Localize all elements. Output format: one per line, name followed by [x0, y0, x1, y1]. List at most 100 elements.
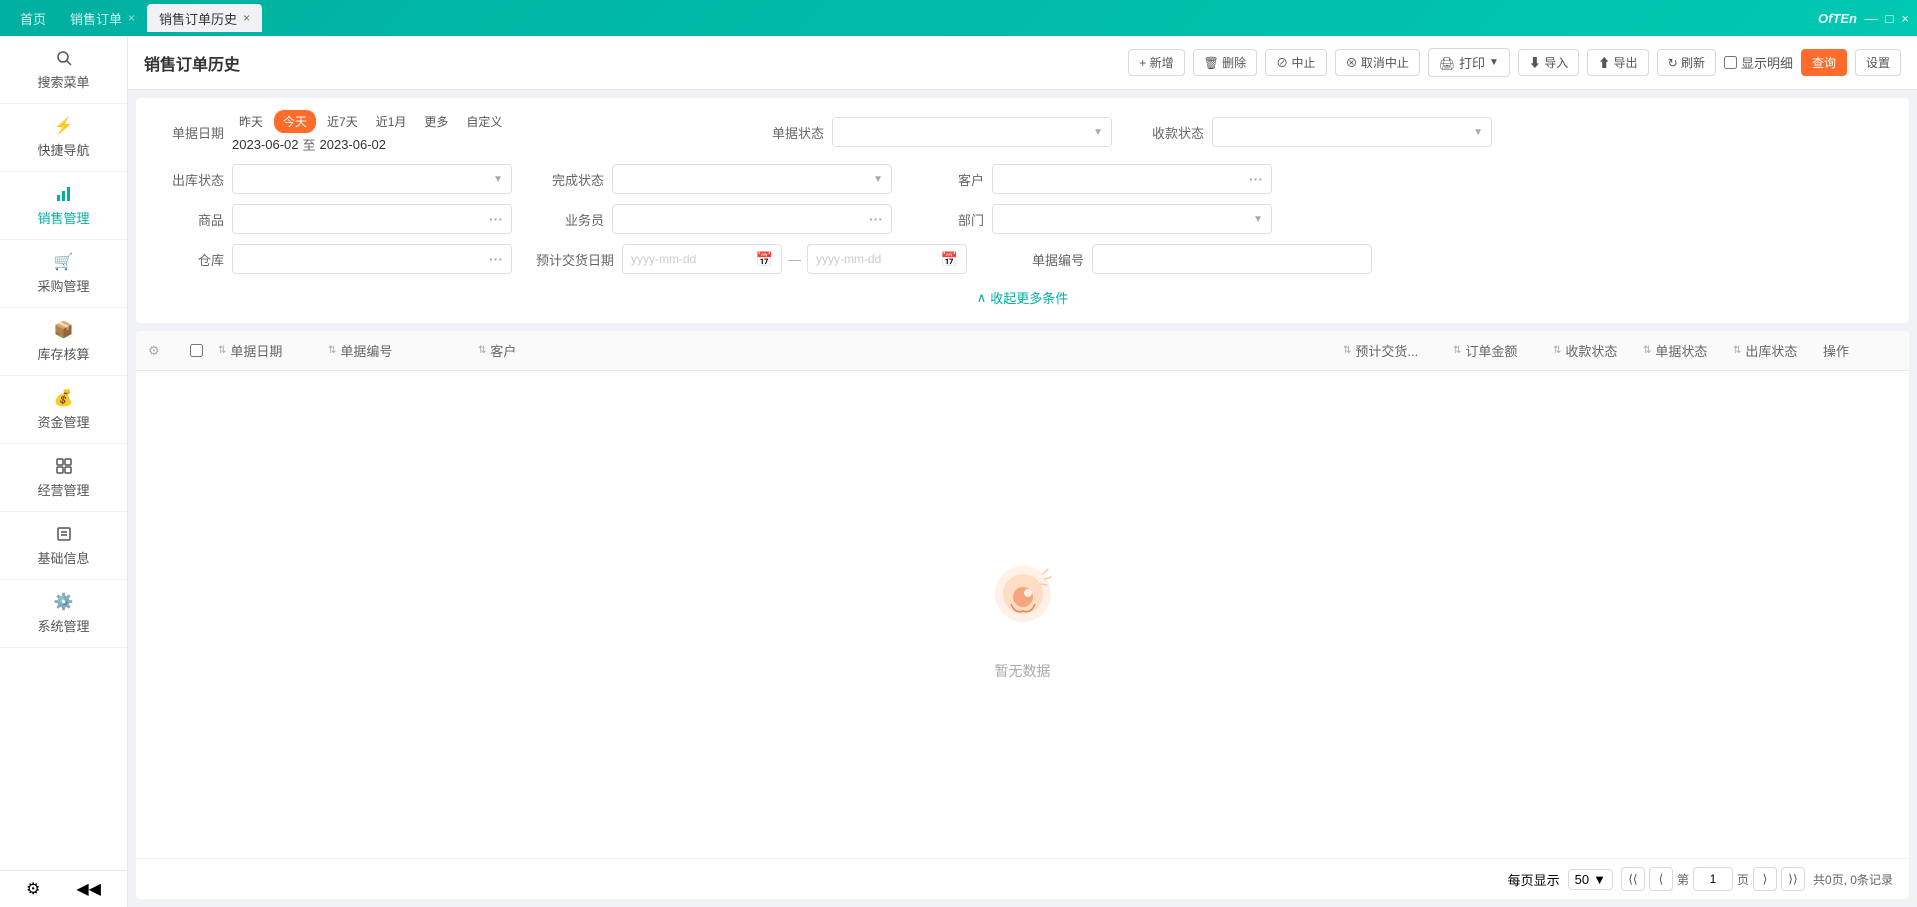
- total-info: 共0页, 0条记录: [1813, 871, 1893, 888]
- export-button[interactable]: ⬆ 导出: [1587, 49, 1648, 76]
- completion-status-label: 完成状态: [532, 170, 612, 189]
- page-nav: ⟨⟨ ⟨ 第 页 ⟩ ⟩⟩: [1621, 867, 1805, 891]
- tab-home[interactable]: 首页: [8, 4, 58, 32]
- sidebar-collapse-icon[interactable]: ◀◀: [76, 879, 101, 899]
- refresh-button[interactable]: ↻ 刷新: [1657, 49, 1716, 76]
- date-1month-btn[interactable]: 近1月: [369, 110, 414, 133]
- table-header: ⚙ ⇅ 单据日期 ⇅ 单据编号 ⇅ 客户 ⇅: [136, 331, 1909, 371]
- settings-button[interactable]: 设置: [1855, 49, 1901, 76]
- order-number-input[interactable]: [1092, 244, 1372, 274]
- filter-row-3: 商品 ··· 业务员 ··· 部门 ▼: [152, 204, 1893, 234]
- sidebar-item-purchase-management[interactable]: 🛒 采购管理: [0, 240, 127, 308]
- system-management-icon: ⚙️: [54, 592, 74, 612]
- sidebar-bottom: ⚙ ◀◀: [0, 870, 127, 907]
- page-header: 销售订单历史 + 新增 🗑 删除 ⊘ 中止 ⊗ 取消中止 🖨 打印 ▼ ⬇ 导入…: [128, 36, 1917, 90]
- th-order-amount: ⇅ 订单金额: [1447, 341, 1547, 360]
- sidebar-settings-icon[interactable]: ⚙: [26, 879, 40, 899]
- delivery-status-arrow: ▼: [493, 174, 503, 185]
- department-select[interactable]: ▼: [992, 204, 1272, 234]
- payment-status-select[interactable]: ▼: [1212, 117, 1492, 147]
- th-delivery-status-sort-icon[interactable]: ⇅: [1733, 345, 1741, 356]
- table-settings-cell: ⚙: [148, 343, 180, 359]
- th-number-sort-icon[interactable]: ⇅: [328, 345, 336, 356]
- sidebar-item-quick-nav[interactable]: ⚡ 快捷导航: [0, 104, 127, 172]
- filter-row-1: 单据日期 昨天 今天 近7天 近1月 更多 自定义 2023-06-02: [152, 110, 1893, 154]
- tab-sales-order[interactable]: 销售订单 ×: [58, 4, 147, 32]
- th-expected-delivery-sort-icon[interactable]: ⇅: [1343, 345, 1351, 356]
- cancel-stop-button[interactable]: ⊗ 取消中止: [1335, 49, 1420, 76]
- calendar-from-icon: 📅: [756, 251, 773, 268]
- goods-input[interactable]: ···: [232, 204, 512, 234]
- collapse-bar[interactable]: ∧ 收起更多条件: [152, 284, 1893, 311]
- table-settings-icon[interactable]: ⚙: [148, 343, 160, 358]
- salesperson-input[interactable]: ···: [612, 204, 892, 234]
- th-order-status-sort-icon[interactable]: ⇅: [1643, 345, 1651, 356]
- th-delivery-status: ⇅ 出库状态: [1727, 341, 1817, 360]
- sidebar-item-basic-info[interactable]: 基础信息: [0, 512, 127, 580]
- last-page-btn[interactable]: ⟩⟩: [1781, 867, 1805, 891]
- th-customer-sort-icon[interactable]: ⇅: [478, 345, 486, 356]
- filter-row-2: 出库状态 ▼ 完成状态 ▼ 客户 ···: [152, 164, 1893, 194]
- sidebar-item-fund-management[interactable]: 💰 资金管理: [0, 376, 127, 444]
- warehouse-input[interactable]: ···: [232, 244, 512, 274]
- empty-text: 暂无数据: [995, 661, 1051, 681]
- th-order-amount-sort-icon[interactable]: ⇅: [1453, 345, 1461, 356]
- delete-button[interactable]: 🗑 删除: [1193, 49, 1258, 76]
- salesperson-group: 业务员 ···: [532, 204, 912, 234]
- prev-page-btn[interactable]: ⟨: [1649, 867, 1673, 891]
- jump-word: 第: [1677, 871, 1689, 888]
- pagination: 每页显示 50 ▼ ⟨⟨ ⟨ 第 页 ⟩ ⟩⟩ 共0页, 0条记录: [136, 858, 1909, 899]
- order-status-select[interactable]: ▼: [832, 117, 1112, 147]
- display-detail-checkbox[interactable]: [1724, 56, 1737, 69]
- th-date-sort-icon[interactable]: ⇅: [218, 345, 226, 356]
- select-all-checkbox[interactable]: [190, 344, 203, 357]
- sidebar-item-system-management[interactable]: ⚙️ 系统管理: [0, 580, 127, 648]
- completion-status-select[interactable]: ▼: [612, 164, 892, 194]
- stop-button[interactable]: ⊘ 中止: [1265, 49, 1326, 76]
- print-button[interactable]: 🖨 打印 ▼: [1428, 48, 1510, 77]
- tab-sales-order-close[interactable]: ×: [128, 11, 135, 25]
- page-size-label: 每页显示: [1508, 870, 1560, 889]
- tab-sales-order-history-close[interactable]: ×: [243, 11, 250, 25]
- goods-label: 商品: [152, 210, 232, 229]
- content-area: 销售订单历史 + 新增 🗑 删除 ⊘ 中止 ⊗ 取消中止 🖨 打印 ▼ ⬇ 导入…: [128, 36, 1917, 907]
- th-payment-status-sort-icon[interactable]: ⇅: [1553, 345, 1561, 356]
- page-input[interactable]: [1693, 867, 1733, 891]
- payment-status-label: 收款状态: [1132, 123, 1212, 142]
- order-status-group: 单据状态 ▼: [752, 117, 1132, 147]
- first-page-btn[interactable]: ⟨⟨: [1621, 867, 1645, 891]
- sidebar-item-sales-management[interactable]: 销售管理: [0, 172, 127, 240]
- date-7days-btn[interactable]: 近7天: [320, 110, 365, 133]
- purchase-management-icon: 🛒: [54, 252, 74, 272]
- th-expected-delivery: ⇅ 预计交货...: [1337, 341, 1447, 360]
- date-custom-btn[interactable]: 自定义: [459, 110, 509, 133]
- warehouse-label: 仓库: [152, 250, 232, 269]
- salesperson-dots: ···: [869, 211, 883, 227]
- delivery-status-select[interactable]: ▼: [232, 164, 512, 194]
- window-maximize[interactable]: □: [1886, 11, 1894, 26]
- display-detail-checkbox-group: 显示明细: [1724, 53, 1793, 72]
- sidebar-item-inventory-check[interactable]: 📦 库存核算: [0, 308, 127, 376]
- warehouse-dots: ···: [489, 251, 503, 267]
- sidebar-item-search-menu[interactable]: 搜索菜单: [0, 36, 127, 104]
- next-page-btn[interactable]: ⟩: [1753, 867, 1777, 891]
- window-minimize[interactable]: —: [1865, 11, 1878, 26]
- customer-input[interactable]: ···: [992, 164, 1272, 194]
- delivery-date-from[interactable]: yyyy-mm-dd 📅: [622, 244, 782, 274]
- filter-area: 单据日期 昨天 今天 近7天 近1月 更多 自定义 2023-06-02: [136, 98, 1909, 323]
- query-button[interactable]: 查询: [1801, 49, 1847, 76]
- date-yesterday-btn[interactable]: 昨天: [232, 110, 270, 133]
- import-button[interactable]: ⬇ 导入: [1518, 49, 1579, 76]
- goods-dots: ···: [489, 211, 503, 227]
- date-more-btn[interactable]: 更多: [417, 110, 455, 133]
- sidebar: 搜索菜单 ⚡ 快捷导航 销售管理 🛒 采购管理 📦 库存核算 💰 资金管理: [0, 36, 128, 907]
- tab-sales-order-history[interactable]: 销售订单历史 ×: [147, 4, 262, 32]
- new-button[interactable]: + 新增: [1128, 49, 1184, 76]
- date-today-btn[interactable]: 今天: [274, 110, 316, 133]
- window-close[interactable]: ×: [1901, 11, 1909, 26]
- delivery-date-to[interactable]: yyyy-mm-dd 📅: [807, 244, 967, 274]
- th-number: ⇅ 单据编号: [322, 341, 472, 360]
- sidebar-item-business-management[interactable]: 经营管理: [0, 444, 127, 512]
- delivery-status-group: 出库状态 ▼: [152, 164, 532, 194]
- page-size-select[interactable]: 50 ▼: [1568, 869, 1613, 890]
